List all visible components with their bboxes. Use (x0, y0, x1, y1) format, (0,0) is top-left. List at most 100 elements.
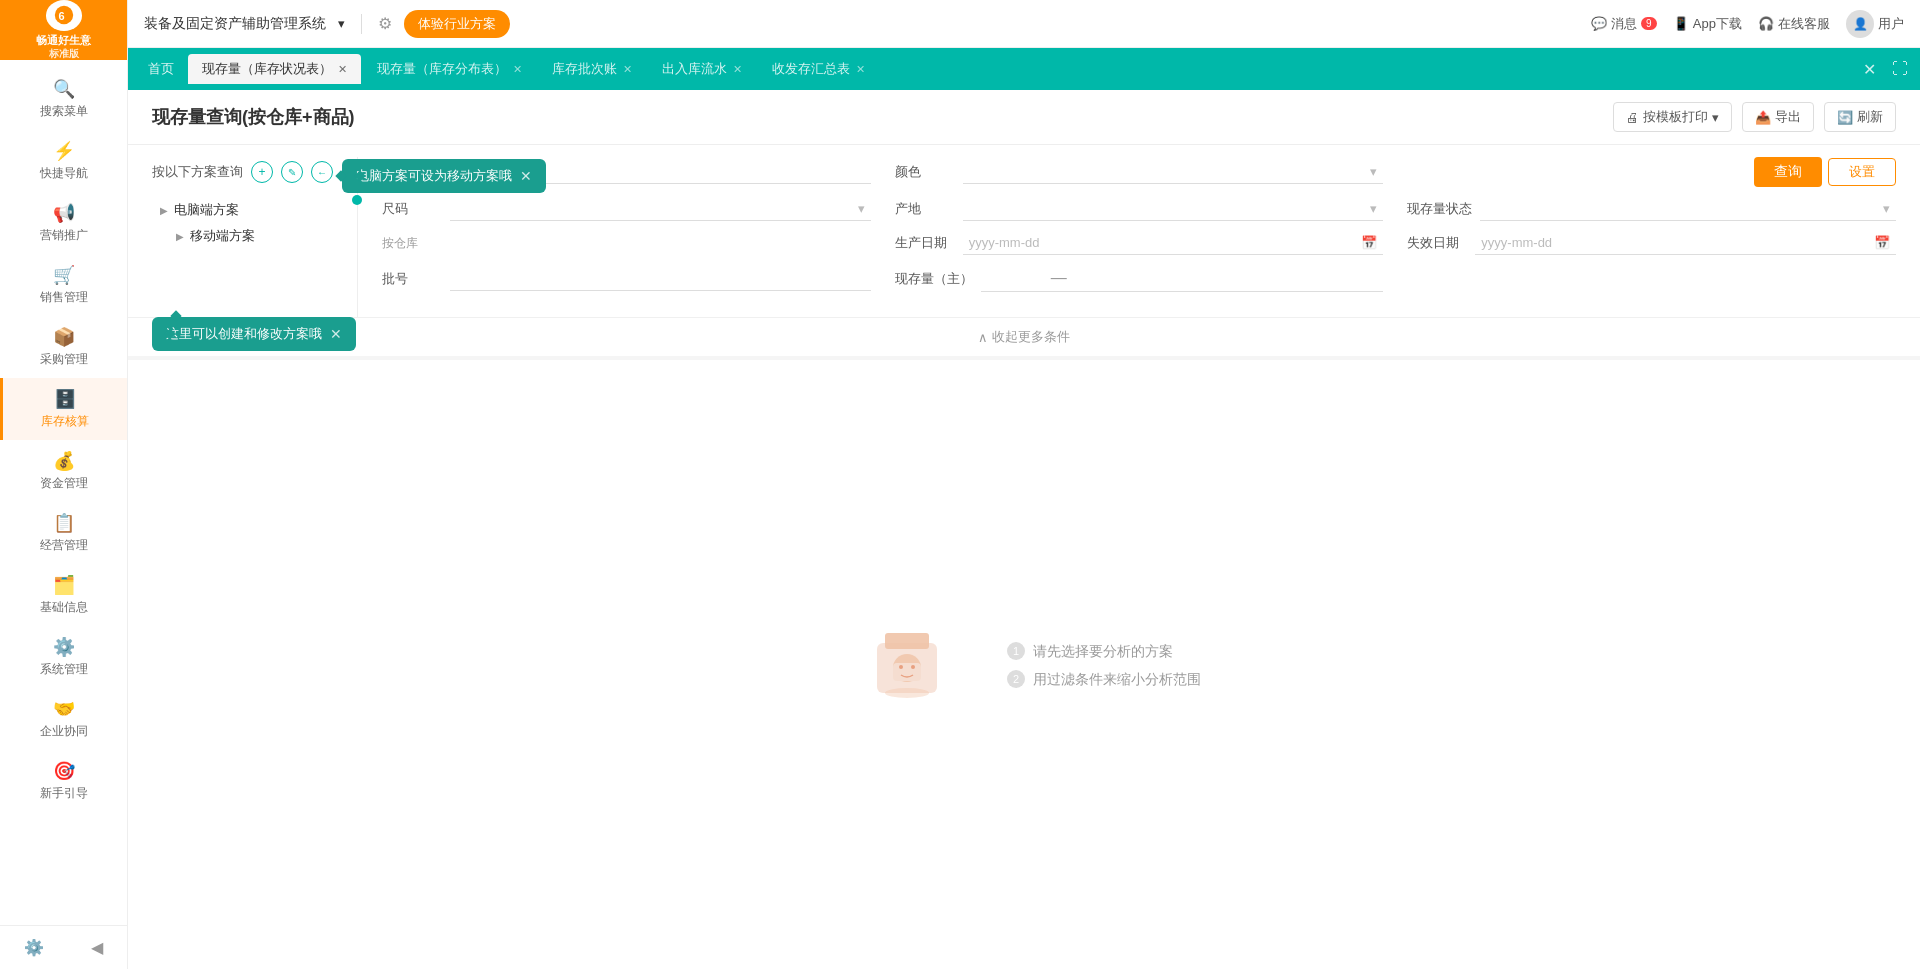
sidebar-item-label: 库存核算 (41, 413, 89, 430)
chevron-down-icon: ▾ (858, 201, 865, 216)
scheme-tooltip-close-icon[interactable]: ✕ (330, 326, 342, 342)
template-print-button[interactable]: 🖨 按模板打印 ▾ (1613, 102, 1732, 132)
set-button[interactable]: 设置 (1828, 158, 1896, 186)
sidebar-menu: 🔍 搜索菜单 ⚡ 快捷导航 📢 营销推广 🛒 销售管理 📦 采购管理 🗄️ 库存… (0, 60, 127, 925)
tab-close-icon[interactable]: ✕ (856, 63, 865, 76)
sidebar-item-search[interactable]: 🔍 搜索菜单 (0, 68, 127, 130)
search-buttons: 查询 设置 (1407, 157, 1896, 187)
sidebar-item-marketing[interactable]: 📢 营销推广 (0, 192, 127, 254)
range-sep: — (1051, 269, 1067, 287)
sidebar-collapse-icon[interactable]: ◀ (91, 938, 103, 957)
more-conditions-row: ∧ 收起更多条件 (128, 317, 1920, 356)
filter-color: 颜色 ▾ (895, 157, 1384, 187)
filter-label: 颜色 (895, 163, 955, 181)
chevron-down-icon: ▾ (1883, 201, 1890, 216)
stock-max-input[interactable] (1071, 271, 1131, 286)
origin-select[interactable]: ▾ (963, 197, 1384, 221)
stock-min-input[interactable] (987, 271, 1047, 286)
dropdown-icon: ▾ (1712, 110, 1719, 125)
sidebar-item-purchase[interactable]: 📦 采购管理 (0, 316, 127, 378)
tab-close-icon[interactable]: ✕ (338, 63, 347, 76)
sidebar-item-finance[interactable]: 💰 资金管理 (0, 440, 127, 502)
exp-date-input[interactable]: yyyy-mm-dd 📅 (1475, 231, 1896, 255)
sidebar-item-system[interactable]: ⚙️ 系统管理 (0, 626, 127, 688)
sidebar-item-guide[interactable]: 🎯 新手引导 (0, 750, 127, 812)
phone-icon: 📱 (1673, 16, 1689, 31)
service-icon: 🎧 (1758, 16, 1774, 31)
filter-inventory-status: 现存量状态 ▾ (1407, 197, 1896, 221)
tab-inventory-dist[interactable]: 现存量（库存分布表） ✕ (363, 54, 536, 84)
avatar: 👤 (1846, 10, 1874, 38)
operations-icon: 📋 (53, 512, 75, 534)
message-badge: 9 (1641, 17, 1657, 30)
filter-label: 现存量（主） (895, 270, 973, 288)
filter-stock-main: 现存量（主） — (895, 265, 1384, 292)
more-conditions-button[interactable]: ∧ 收起更多条件 (978, 328, 1070, 346)
scheme-item-pc[interactable]: ▶ 电脑端方案 (160, 197, 333, 223)
topbar-settings-icon[interactable]: ⚙ (378, 14, 392, 33)
mfg-date-input[interactable]: yyyy-mm-dd 📅 (963, 231, 1384, 255)
sidebar-item-enterprise[interactable]: 🤝 企业协同 (0, 688, 127, 750)
system-icon: ⚙️ (53, 636, 75, 658)
export-button[interactable]: 📤 导出 (1742, 102, 1814, 132)
chevron-down-icon: ▾ (1370, 201, 1377, 216)
marketing-icon: 📢 (53, 202, 75, 224)
color-select[interactable]: ▾ (963, 160, 1384, 184)
tab-inout-flow[interactable]: 出入库流水 ✕ (648, 54, 756, 84)
system-select-dropdown[interactable]: ▾ (338, 16, 345, 31)
logo-icon: 6 (46, 0, 82, 31)
date-placeholder: yyyy-mm-dd (969, 235, 1040, 250)
svg-rect-3 (885, 633, 929, 649)
message-button[interactable]: 💬 消息 9 (1591, 15, 1657, 33)
trial-button[interactable]: 体验行业方案 (404, 10, 510, 38)
tip-text-2: 用过滤条件来缩小分析范围 (1033, 665, 1201, 693)
tab-close-icon[interactable]: ✕ (733, 63, 742, 76)
tab-inventory-status[interactable]: 现存量（库存状况表） ✕ (188, 54, 361, 84)
batch-input[interactable] (450, 267, 871, 291)
refresh-icon: 🔄 (1837, 110, 1853, 125)
filter-exp-date: 失效日期 yyyy-mm-dd 📅 (1407, 231, 1896, 255)
calendar-icon[interactable]: 📅 (1361, 235, 1377, 250)
user-menu[interactable]: 👤 用户 (1846, 10, 1904, 38)
tab-close-icon[interactable]: ✕ (513, 63, 522, 76)
filter-label: 尺码 (382, 200, 442, 218)
service-button[interactable]: 🎧 在线客服 (1758, 15, 1830, 33)
filter-label: 失效日期 (1407, 234, 1467, 252)
sidebar-settings-icon[interactable]: ⚙️ (24, 938, 44, 957)
sidebar-item-inventory[interactable]: 🗄️ 库存核算 (0, 378, 127, 440)
search-button[interactable]: 查询 (1754, 157, 1822, 187)
user-label: 用户 (1878, 15, 1904, 33)
tab-home[interactable]: 首页 (136, 54, 186, 84)
scheme-section: 按以下方案查询 + ✎ ← 电脑方案可设为移动方案哦 ✕ ▶ (152, 157, 333, 249)
calendar-icon[interactable]: 📅 (1874, 235, 1890, 250)
sidebar: 6 畅通好生意 标准版 🔍 搜索菜单 ⚡ 快捷导航 📢 营销推广 🛒 销售管理 … (0, 0, 128, 969)
size-select[interactable]: ▾ (450, 197, 871, 221)
tab-close-all-icon[interactable]: ✕ (1859, 56, 1880, 83)
tab-label: 库存批次账 (552, 60, 617, 78)
edit-scheme-button[interactable]: ✎ (281, 161, 303, 183)
add-tooltip: 电脑方案可设为移动方案哦 ✕ (342, 159, 546, 193)
tip-item-2: 2 用过滤条件来缩小分析范围 (1007, 665, 1201, 693)
tab-batch-account[interactable]: 库存批次账 ✕ (538, 54, 646, 84)
sidebar-item-label: 新手引导 (40, 785, 88, 802)
app-download-button[interactable]: 📱 App下载 (1673, 15, 1742, 33)
scheme-tooltip: 这里可以创建和修改方案哦 ✕ (152, 317, 356, 351)
sidebar-item-basic[interactable]: 🗂️ 基础信息 (0, 564, 127, 626)
tip-num-2: 2 (1007, 670, 1025, 688)
enterprise-icon: 🤝 (53, 698, 75, 720)
add-scheme-button[interactable]: + (251, 161, 273, 183)
tab-close-icon[interactable]: ✕ (623, 63, 632, 76)
refresh-button[interactable]: 🔄 刷新 (1824, 102, 1896, 132)
inventory-status-select[interactable]: ▾ (1480, 197, 1896, 221)
tooltip-close-icon[interactable]: ✕ (520, 168, 532, 184)
tooltip-text: 这里可以创建和修改方案哦 (166, 325, 322, 343)
sidebar-item-label: 搜索菜单 (40, 103, 88, 120)
tab-fullscreen-icon[interactable]: ⛶ (1888, 56, 1912, 82)
sidebar-item-operations[interactable]: 📋 经营管理 (0, 502, 127, 564)
back-scheme-button[interactable]: ← (311, 161, 333, 183)
scheme-item-mobile[interactable]: ▶ 移动端方案 (160, 223, 333, 249)
sidebar-item-quick[interactable]: ⚡ 快捷导航 (0, 130, 127, 192)
sidebar-item-sales[interactable]: 🛒 销售管理 (0, 254, 127, 316)
tab-collect-summary[interactable]: 收发存汇总表 ✕ (758, 54, 879, 84)
logo-sub: 标准版 (36, 47, 91, 60)
